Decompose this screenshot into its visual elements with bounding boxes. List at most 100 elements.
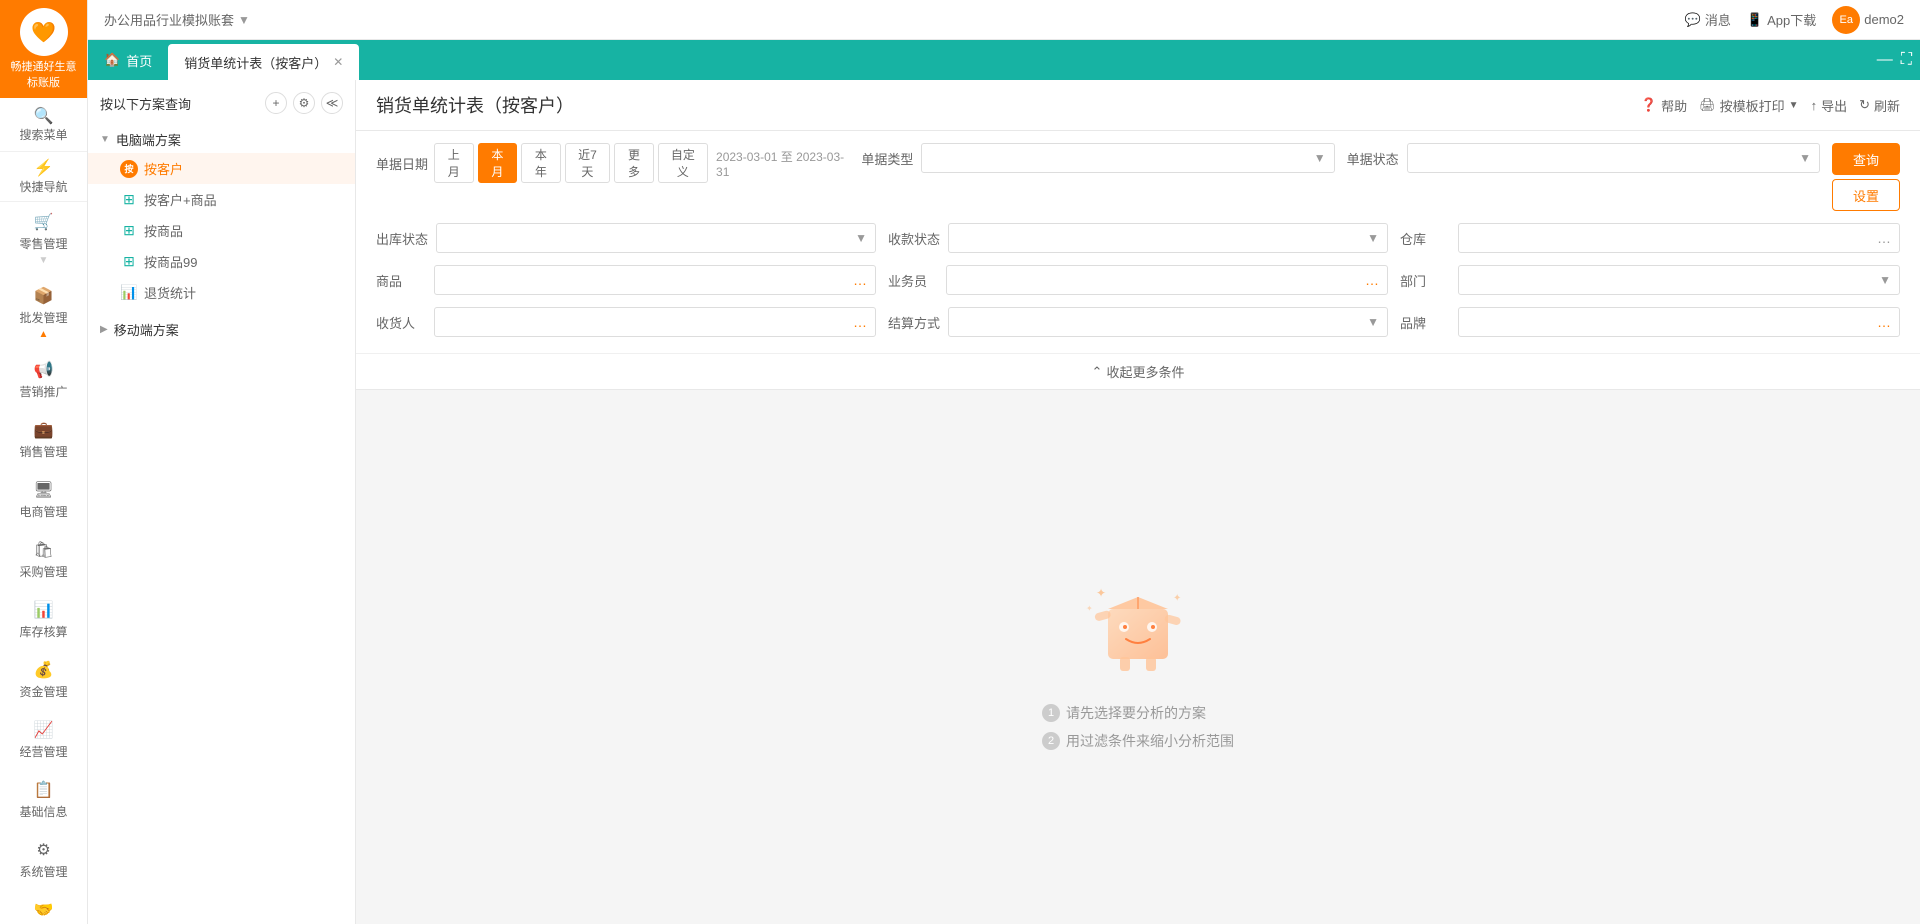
receiver-input[interactable]: …	[434, 307, 876, 337]
sidebar-quick-nav[interactable]: ⚡ 快捷导航	[0, 152, 87, 202]
scheme-item-by-goods[interactable]: ⊞ 按商品	[88, 215, 355, 246]
scheme-item-by-customer-goods[interactable]: ⊞ 按客户+商品	[88, 184, 355, 215]
out-status-chevron: ▼	[855, 231, 867, 245]
sidebar-item-wholesale[interactable]: 📦 批发管理 ▲	[0, 276, 87, 350]
doc-status-select[interactable]: ▼	[1407, 143, 1820, 173]
maximize-window-btn[interactable]: ⛶	[1901, 51, 1912, 69]
user-menu[interactable]: Ea demo2	[1832, 6, 1904, 34]
tab-sales-stat[interactable]: 销货单统计表（按客户） ✕	[168, 44, 359, 80]
warehouse-ellipsis[interactable]: …	[1877, 230, 1891, 246]
warehouse-input[interactable]: …	[1458, 223, 1900, 253]
minimize-window-btn[interactable]: —	[1877, 51, 1893, 69]
out-status-label: 出库状态	[376, 229, 428, 248]
warehouse-filter: 仓库 …	[1400, 223, 1900, 253]
page-title: 销货单统计表（按客户）	[376, 92, 574, 118]
sidebar-item-finance[interactable]: 💰 资金管理	[0, 650, 87, 710]
by-goods-icon: ⊞	[120, 222, 138, 240]
add-scheme-btn[interactable]: +	[265, 92, 287, 114]
marketing-icon: 📢	[34, 360, 54, 380]
department-filter: 部门 ▼	[1400, 265, 1900, 295]
topbar-left: 办公用品行业模拟账套 ▼	[104, 10, 250, 29]
date-range: 2023-03-01 至 2023-03-31	[716, 148, 849, 179]
step-1-num: 1	[1042, 704, 1060, 722]
query-button[interactable]: 查询	[1832, 143, 1900, 175]
refresh-icon: ↻	[1859, 97, 1870, 113]
receiver-label: 收货人	[376, 313, 426, 332]
wholesale-icon: 📦	[34, 286, 54, 306]
page-header-actions: ❓ 帮助 🖨 按模板打印 ▼ ↑ 导出	[1641, 96, 1900, 115]
inventory-icon: 📊	[34, 600, 54, 620]
sidebar-item-ecommerce[interactable]: 🖥 电商管理	[0, 470, 87, 530]
help-btn[interactable]: ❓ 帮助	[1641, 96, 1687, 115]
goods-dots[interactable]: …	[853, 272, 867, 288]
department-select[interactable]: ▼	[1458, 265, 1900, 295]
out-status-select[interactable]: ▼	[436, 223, 876, 253]
date-options: 上月 本月 本年 近7天 更多 自定义	[434, 143, 708, 183]
date-btn-custom[interactable]: 自定义	[658, 143, 708, 183]
help-icon: ❓	[1641, 97, 1657, 113]
collapse-panel-btn[interactable]: ≪	[321, 92, 343, 114]
by-customer-icon: 按	[120, 160, 138, 178]
collapse-more-btn[interactable]: ⌃ 收起更多条件	[356, 353, 1920, 389]
group-arrow-icon: ▼	[100, 134, 110, 145]
department-chevron: ▼	[1879, 273, 1891, 287]
collapse-label: 收起更多条件	[1106, 362, 1184, 381]
sidebar-item-retail[interactable]: 🛒 零售管理 ▼	[0, 202, 87, 276]
empty-text: 1 请先选择要分析的方案 2 用过滤条件来缩小分析范围	[1042, 699, 1234, 755]
svg-text:✦: ✦	[1096, 586, 1106, 600]
scheme-item-by-customer[interactable]: 按 按客户	[88, 153, 355, 184]
tab-home[interactable]: 🏠 首页	[88, 40, 168, 80]
tabbar-actions: — ⛶	[1877, 40, 1920, 80]
refresh-btn[interactable]: ↻ 刷新	[1859, 96, 1900, 115]
scheme-group-mobile: ▶ 移动端方案	[88, 312, 355, 347]
scheme-item-return-stat[interactable]: 📊 退货统计	[88, 277, 355, 308]
page-header: 销货单统计表（按客户） ❓ 帮助 🖨 按模板打印 ▼	[356, 80, 1920, 131]
date-label: 单据日期	[376, 154, 426, 173]
sidebar-item-purchase[interactable]: 🛍 采购管理	[0, 530, 87, 590]
close-tab-icon[interactable]: ✕	[333, 55, 343, 69]
settlement-select[interactable]: ▼	[948, 307, 1388, 337]
sidebar-item-cooperation[interactable]: 🤝 企业协同	[0, 890, 87, 924]
sidebar-item-sales[interactable]: 💼 销售管理	[0, 410, 87, 470]
sidebar-item-inventory[interactable]: 📊 库存核算	[0, 590, 87, 650]
brand-filter: 品牌 …	[1400, 307, 1900, 337]
scheme-item-by-goods-99[interactable]: ⊞ 按商品99	[88, 246, 355, 277]
doc-status-chevron: ▼	[1799, 151, 1811, 165]
settings-button[interactable]: 设置	[1832, 179, 1900, 211]
salesman-input[interactable]: …	[946, 265, 1388, 295]
date-btn-more[interactable]: 更多	[614, 143, 654, 183]
industry-label: 办公用品行业模拟账套	[104, 10, 234, 29]
empty-state: ✦ ✦ ✦ 1 请先选择要分析的方案 2 用过滤条件来缩小分析范围	[356, 390, 1920, 924]
settings-scheme-btn[interactable]: ⚙	[293, 92, 315, 114]
date-btn-last-7[interactable]: 近7天	[565, 143, 611, 183]
salesman-dots[interactable]: …	[1365, 272, 1379, 288]
date-btn-this-month[interactable]: 本月	[478, 143, 518, 183]
message-btn[interactable]: 💬 消息	[1685, 10, 1731, 29]
sidebar-item-operation[interactable]: 📈 经营管理	[0, 710, 87, 770]
operation-icon: 📈	[34, 720, 54, 740]
sidebar-item-system[interactable]: ⚙ 系统管理	[0, 830, 87, 890]
salesman-label: 业务员	[888, 271, 938, 290]
sidebar-search[interactable]: 🔍 搜索菜单	[0, 98, 87, 152]
date-btn-last-month[interactable]: 上月	[434, 143, 474, 183]
industry-selector[interactable]: 办公用品行业模拟账套 ▼	[104, 10, 250, 29]
brand-dots[interactable]: …	[1877, 314, 1891, 330]
warehouse-label: 仓库	[1400, 229, 1450, 248]
topbar: 办公用品行业模拟账套 ▼ 💬 消息 📱 App下载 Ea demo2	[88, 0, 1920, 40]
receiver-dots[interactable]: …	[853, 314, 867, 330]
goods-label: 商品	[376, 271, 426, 290]
sidebar-item-marketing[interactable]: 📢 营销推广	[0, 350, 87, 410]
scheme-group-mobile-header[interactable]: ▶ 移动端方案	[88, 316, 355, 343]
sidebar-item-basic[interactable]: 📋 基础信息	[0, 770, 87, 830]
doc-type-select[interactable]: ▼	[921, 143, 1334, 173]
template-print-btn[interactable]: 🖨 按模板打印 ▼	[1699, 96, 1798, 115]
date-btn-this-year[interactable]: 本年	[521, 143, 561, 183]
brand-input[interactable]: …	[1458, 307, 1900, 337]
empty-step-1: 1 请先选择要分析的方案	[1042, 699, 1234, 727]
collect-status-select[interactable]: ▼	[948, 223, 1388, 253]
app-download-btn[interactable]: 📱 App下载	[1747, 10, 1816, 29]
download-icon: 📱	[1747, 12, 1763, 28]
scheme-group-desktop-header[interactable]: ▼ 电脑端方案	[88, 126, 355, 153]
export-btn[interactable]: ↑ 导出	[1811, 96, 1848, 115]
goods-input[interactable]: …	[434, 265, 876, 295]
